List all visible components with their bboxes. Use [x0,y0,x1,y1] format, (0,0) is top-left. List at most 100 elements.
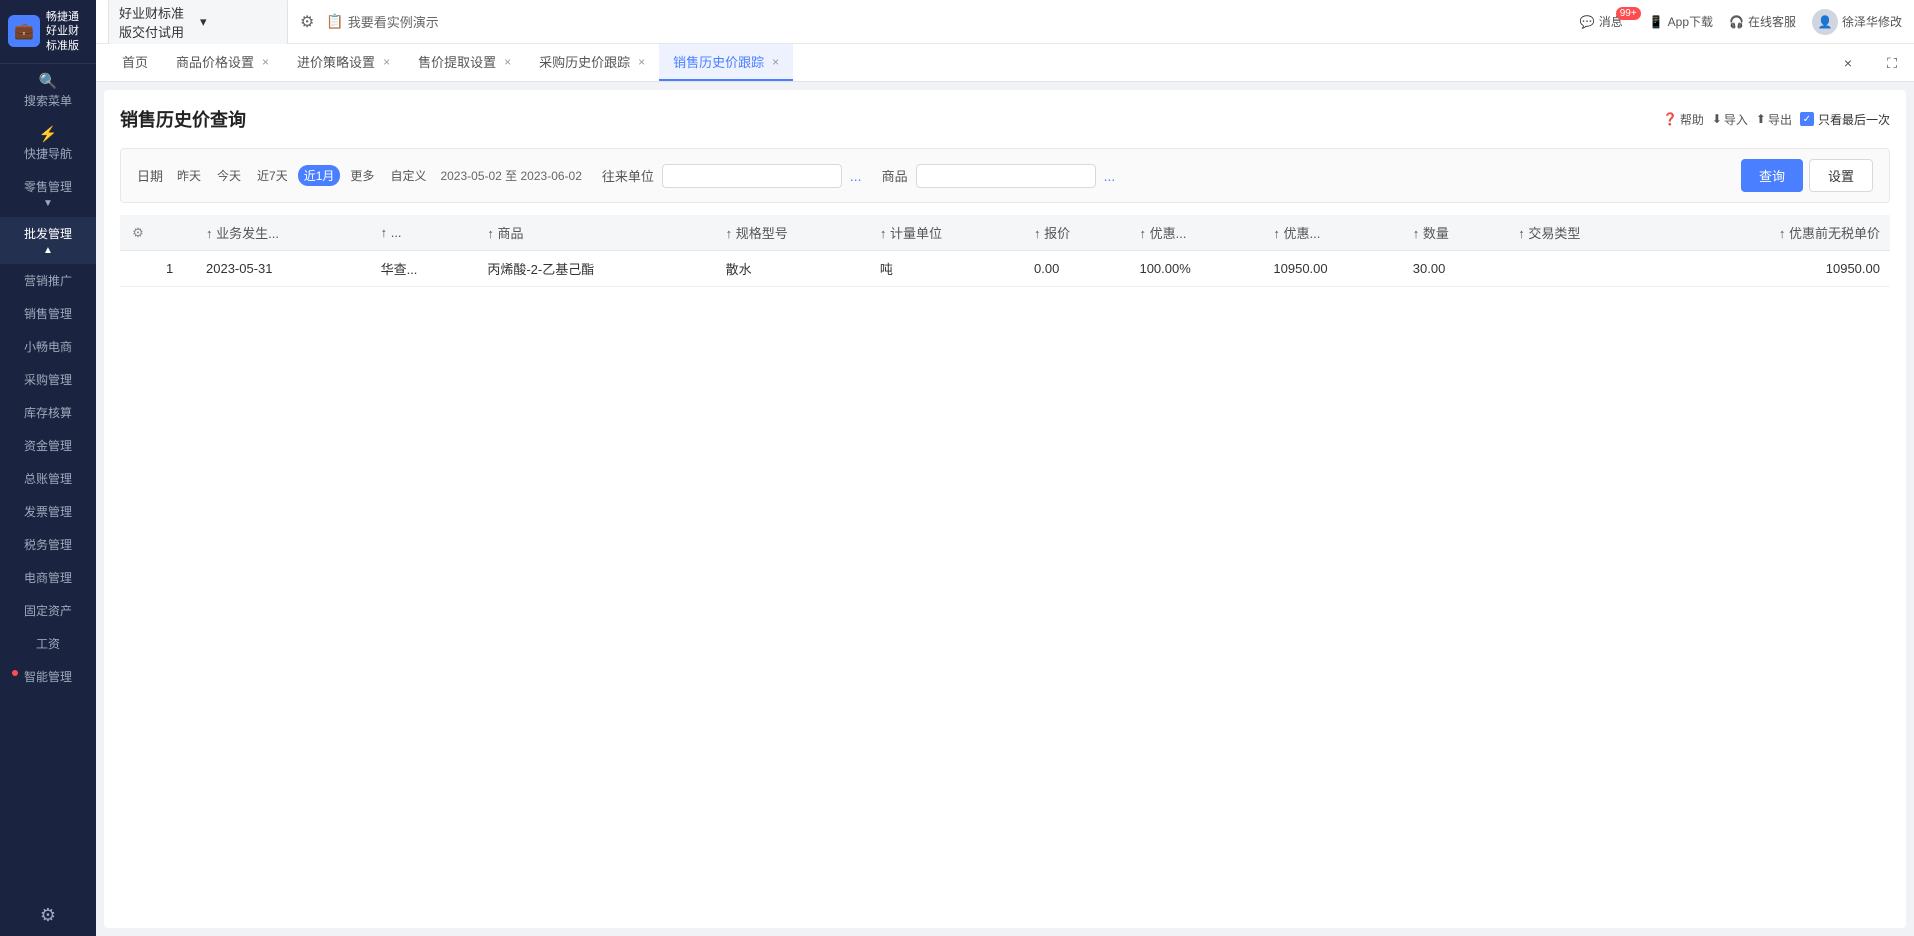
query-button[interactable]: 查询 [1741,159,1803,192]
col-discount-pct[interactable]: ↑ 优惠... [1129,215,1263,251]
date-option-custom[interactable]: 自定义 [384,165,432,186]
product-filter-group: 商品 ... [882,164,1116,188]
tab-close-sale-extract[interactable]: × [504,55,511,69]
sidebar-item-inventory[interactable]: 库存核算 [0,396,96,429]
sidebar-item-quicknav[interactable]: ⚡ 快捷导航 [0,117,96,170]
tab-sale-extract[interactable]: 售价提取设置 × [404,44,525,81]
product-selector[interactable]: 好业财标准版交付试用 ▾ [108,0,288,46]
cell-price: 0.00 [1024,251,1129,287]
data-table: ⚙ ↑ 业务发生... ↑ ... ↑ 商品 [120,215,1890,287]
date-option-last7[interactable]: 近7天 [251,165,294,186]
user-menu[interactable]: 👤 徐泽华修改 [1812,9,1902,35]
logo-text: 畅捷通好业财 标准版 [46,10,88,53]
import-link[interactable]: ⬇ 导入 [1712,111,1748,128]
sidebar-settings-button[interactable]: ⚙ [0,895,96,936]
tab-price[interactable]: 商品价格设置 × [162,44,283,81]
demo-icon: 📋 [326,13,343,30]
col-product[interactable]: ↑ 商品 [477,215,715,251]
col-pretax-price[interactable]: ↑ 优惠前无税单价 [1662,215,1890,251]
sidebar-item-invoice[interactable]: 发票管理 [0,495,96,528]
online-service-button[interactable]: 🎧 在线客服 [1729,13,1796,30]
date-option-last1m[interactable]: 近1月 [298,165,341,186]
sidebar-item-tax[interactable]: 税务管理 [0,528,96,561]
maximize-button[interactable]: ⛶ [1870,44,1914,82]
col-price[interactable]: ↑ 报价 [1024,215,1129,251]
tab-close-price[interactable]: × [262,55,269,69]
sidebar-item-search[interactable]: 🔍 搜索菜单 [0,64,96,117]
sidebar-item-wholesale[interactable]: 批发管理 ▲ [0,217,96,264]
only-last-checkbox-label[interactable]: ✓ 只看最后一次 [1800,111,1890,128]
tab-close-sale-history[interactable]: × [772,55,779,69]
import-icon: ⬇ [1712,112,1722,126]
cell-product: 丙烯酸-2-乙基己酯 [477,251,715,287]
sidebar-item-salary[interactable]: 工资 [0,627,96,660]
topbar-settings-icon[interactable]: ⚙ [300,12,314,32]
sidebar: 💼 畅捷通好业财 标准版 🔍 搜索菜单 ⚡ 快捷导航 零售管理 ▼ 批发管理 ▲… [0,0,96,936]
cell-pretax-price: 10950.00 [1662,251,1890,287]
date-option-today[interactable]: 今天 [211,165,247,186]
date-option-more[interactable]: 更多 [344,165,380,186]
tab-purchase-strategy[interactable]: 进价策略设置 × [283,44,404,81]
search-icon: 🔍 [4,72,92,90]
source-unit-dots[interactable]: ... [850,168,862,184]
service-icon: 🎧 [1729,15,1744,29]
cell-discount-amt: 10950.00 [1263,251,1402,287]
chevron-down-icon: ▾ [200,14,277,30]
sidebar-item-finance[interactable]: 资金管理 [0,429,96,462]
col-trade-type[interactable]: ↑ 交易类型 [1508,215,1662,251]
sidebar-item-fixed[interactable]: 固定资产 [0,594,96,627]
source-unit-filter-group: 往来单位 ... [602,164,862,188]
app-icon: 📱 [1649,15,1664,29]
col-unit[interactable]: ↑ 计量单位 [870,215,1024,251]
message-button[interactable]: 💬 消息 99+ [1580,13,1633,30]
product-dots[interactable]: ... [1104,168,1116,184]
cell-settings [120,251,156,287]
col-spec[interactable]: ↑ 规格型号 [716,215,870,251]
settings-button[interactable]: 设置 [1809,159,1873,192]
message-icon: 💬 [1580,15,1595,29]
tab-home[interactable]: 首页 [108,44,162,81]
sidebar-item-marketing[interactable]: 营销推广 [0,264,96,297]
export-link[interactable]: ⬆ 导出 [1756,111,1792,128]
help-link[interactable]: ❓ 帮助 [1663,111,1704,128]
col-date[interactable]: ↑ 业务发生... [196,215,371,251]
filter-buttons: 查询 设置 [1741,159,1873,192]
sidebar-item-smart[interactable]: 智能管理 [0,660,96,693]
cell-trade-type [1508,251,1662,287]
cell-unit: 吨 [870,251,1024,287]
col-discount-amt[interactable]: ↑ 优惠... [1263,215,1402,251]
tab-sale-history[interactable]: 销售历史价跟踪 × [659,44,793,81]
sidebar-item-account[interactable]: 总账管理 [0,462,96,495]
product-input[interactable] [916,164,1096,188]
sidebar-item-sales[interactable]: 销售管理 [0,297,96,330]
sidebar-item-ecom[interactable]: 电商管理 [0,561,96,594]
window-controls: × ⛶ [1826,44,1914,82]
col-more[interactable]: ↑ ... [371,215,478,251]
help-icon: ❓ [1663,112,1678,126]
close-button[interactable]: × [1826,44,1870,82]
tab-purchase-history[interactable]: 采购历史价跟踪 × [525,44,659,81]
date-range-text: 2023-05-02 至 2023-06-02 [440,167,581,184]
only-last-checkbox[interactable]: ✓ [1800,112,1814,126]
retail-arrow: ▼ [43,198,53,209]
demo-link[interactable]: 📋 我要看实例演示 [326,12,438,31]
tab-close-purchase-history[interactable]: × [638,55,645,69]
filter-bar: 日期 昨天 今天 近7天 近1月 更多 自定义 2023-05-02 至 202… [120,148,1890,203]
tab-close-purchase-strategy[interactable]: × [383,55,390,69]
cell-qty: 30.00 [1403,251,1508,287]
col-qty[interactable]: ↑ 数量 [1403,215,1508,251]
demo-label: 我要看实例演示 [348,12,439,31]
source-unit-label: 往来单位 [602,166,654,185]
date-option-yesterday[interactable]: 昨天 [171,165,207,186]
cell-num: 1 [156,251,196,287]
sidebar-item-purchase[interactable]: 采购管理 [0,363,96,396]
sidebar-item-retail[interactable]: 零售管理 ▼ [0,170,96,217]
cell-spec: 散水 [716,251,870,287]
table-gear-icon[interactable]: ⚙ [132,225,144,240]
topbar: 好业财标准版交付试用 ▾ ⚙ 📋 我要看实例演示 💬 消息 99+ 📱 App下… [96,0,1914,44]
sidebar-item-xiaochangec[interactable]: 小畅电商 [0,330,96,363]
topbar-right: 💬 消息 99+ 📱 App下载 🎧 在线客服 👤 徐泽华修改 [1580,9,1902,35]
app-download-button[interactable]: 📱 App下载 [1649,13,1713,30]
user-avatar: 👤 [1812,9,1838,35]
source-unit-input[interactable] [662,164,842,188]
